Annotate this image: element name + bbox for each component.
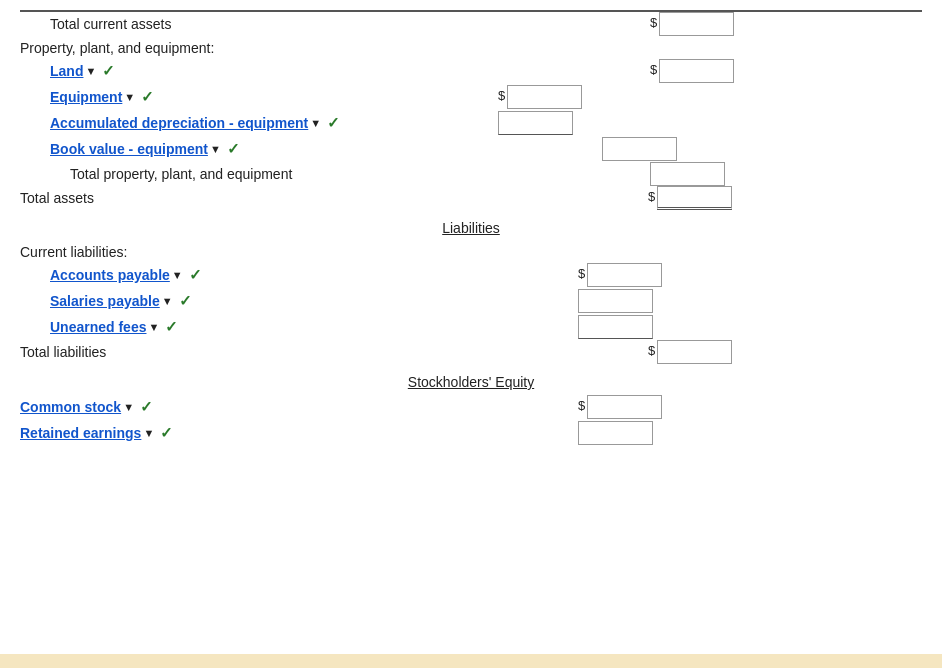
liabilities-title: Liabilities bbox=[20, 220, 922, 236]
unearned-fees-arrow[interactable]: ▼ bbox=[148, 321, 159, 333]
page-container: Total current assets $ Property, plant, … bbox=[0, 0, 942, 668]
accum-dep-amount bbox=[498, 111, 573, 135]
total-current-assets-text: Total current assets bbox=[50, 16, 171, 32]
equipment-arrow[interactable]: ▼ bbox=[124, 91, 135, 103]
book-value-input[interactable] bbox=[602, 137, 677, 161]
equipment-row: Equipment ▼ ✓ $ bbox=[20, 88, 922, 106]
land-label-col: Land ▼ ✓ bbox=[50, 62, 922, 80]
land-check: ✓ bbox=[102, 62, 115, 80]
accounts-payable-arrow[interactable]: ▼ bbox=[172, 269, 183, 281]
book-value-check: ✓ bbox=[227, 140, 240, 158]
retained-earnings-check: ✓ bbox=[160, 424, 173, 442]
common-stock-amount: $ bbox=[578, 395, 662, 419]
equipment-input[interactable] bbox=[507, 85, 582, 109]
common-stock-dropdown[interactable]: Common stock bbox=[20, 399, 121, 415]
land-input[interactable] bbox=[659, 59, 734, 83]
total-assets-row: Total assets $ bbox=[20, 190, 922, 206]
unearned-fees-check: ✓ bbox=[165, 318, 178, 336]
accum-dep-arrow[interactable]: ▼ bbox=[310, 117, 321, 129]
retained-earnings-arrow[interactable]: ▼ bbox=[143, 427, 154, 439]
equipment-dropdown[interactable]: Equipment bbox=[50, 89, 122, 105]
retained-earnings-row: Retained earnings ▼ ✓ bbox=[20, 424, 922, 442]
common-stock-arrow[interactable]: ▼ bbox=[123, 401, 134, 413]
dollar-sign-tca: $ bbox=[650, 15, 657, 30]
total-current-assets-amount: $ bbox=[650, 12, 734, 36]
accum-depreciation-row: Accumulated depreciation - equipment ▼ ✓ bbox=[20, 114, 922, 132]
total-ppe-text: Total property, plant, and equipment bbox=[70, 166, 292, 182]
unearned-fees-input[interactable] bbox=[578, 315, 653, 339]
retained-earnings-amount bbox=[578, 421, 653, 445]
total-assets-input[interactable] bbox=[657, 186, 732, 210]
stockholders-equity-title: Stockholders' Equity bbox=[20, 374, 922, 390]
land-row: Land ▼ ✓ $ bbox=[20, 62, 922, 80]
book-value-dropdown[interactable]: Book value - equipment bbox=[50, 141, 208, 157]
dollar-sign-land: $ bbox=[650, 62, 657, 77]
dollar-sign-equip: $ bbox=[498, 88, 505, 103]
current-liabilities-header-row: Current liabilities: bbox=[20, 244, 922, 260]
unearned-fees-dropdown[interactable]: Unearned fees bbox=[50, 319, 146, 335]
accum-depreciation-dropdown[interactable]: Accumulated depreciation - equipment bbox=[50, 115, 308, 131]
total-liabilities-text: Total liabilities bbox=[20, 344, 106, 360]
land-arrow[interactable]: ▼ bbox=[85, 65, 96, 77]
common-stock-check: ✓ bbox=[140, 398, 153, 416]
property-header-row: Property, plant, and equipment: bbox=[20, 40, 922, 56]
common-stock-row: Common stock ▼ ✓ $ bbox=[20, 398, 922, 416]
accounts-payable-row: Accounts payable ▼ ✓ $ bbox=[20, 266, 922, 284]
total-ppe-amount bbox=[650, 162, 725, 186]
book-value-amount bbox=[602, 137, 677, 161]
total-ppe-row: Total property, plant, and equipment bbox=[20, 166, 922, 182]
accum-dep-input[interactable] bbox=[498, 111, 573, 135]
top-border bbox=[20, 10, 922, 12]
unearned-fees-amount bbox=[578, 315, 653, 339]
salaries-payable-arrow[interactable]: ▼ bbox=[162, 295, 173, 307]
book-value-row: Book value - equipment ▼ ✓ bbox=[20, 140, 922, 158]
equipment-amount: $ bbox=[498, 85, 582, 109]
equipment-check: ✓ bbox=[141, 88, 154, 106]
salaries-payable-check: ✓ bbox=[179, 292, 192, 310]
unearned-fees-label-col: Unearned fees ▼ ✓ bbox=[50, 318, 922, 336]
retained-earnings-input[interactable] bbox=[578, 421, 653, 445]
retained-earnings-label-col: Retained earnings ▼ ✓ bbox=[20, 424, 922, 442]
dollar-sign-tl: $ bbox=[648, 343, 655, 358]
accounts-payable-input[interactable] bbox=[587, 263, 662, 287]
land-dropdown[interactable]: Land bbox=[50, 63, 83, 79]
dollar-sign-ta: $ bbox=[648, 189, 655, 204]
total-current-assets-input[interactable] bbox=[659, 12, 734, 36]
salaries-payable-row: Salaries payable ▼ ✓ bbox=[20, 292, 922, 310]
common-stock-label-col: Common stock ▼ ✓ bbox=[20, 398, 922, 416]
dollar-sign-cs: $ bbox=[578, 398, 585, 413]
total-assets-text: Total assets bbox=[20, 190, 94, 206]
accounts-payable-dropdown[interactable]: Accounts payable bbox=[50, 267, 170, 283]
total-liabilities-label: Total liabilities bbox=[20, 344, 922, 360]
total-liabilities-amount: $ bbox=[648, 340, 732, 364]
accounts-payable-amount: $ bbox=[578, 263, 662, 287]
salaries-payable-dropdown[interactable]: Salaries payable bbox=[50, 293, 160, 309]
equipment-label-col: Equipment ▼ ✓ bbox=[50, 88, 922, 106]
common-stock-input[interactable] bbox=[587, 395, 662, 419]
unearned-fees-row: Unearned fees ▼ ✓ bbox=[20, 318, 922, 336]
book-value-arrow[interactable]: ▼ bbox=[210, 143, 221, 155]
retained-earnings-dropdown[interactable]: Retained earnings bbox=[20, 425, 141, 441]
land-amount: $ bbox=[650, 59, 734, 83]
accounts-payable-check: ✓ bbox=[189, 266, 202, 284]
accum-dep-check: ✓ bbox=[327, 114, 340, 132]
current-liabilities-header-text: Current liabilities: bbox=[20, 244, 127, 260]
dollar-sign-ap: $ bbox=[578, 266, 585, 281]
salaries-payable-amount bbox=[578, 289, 653, 313]
total-ppe-label: Total property, plant, and equipment bbox=[70, 166, 922, 182]
total-ppe-input[interactable] bbox=[650, 162, 725, 186]
total-assets-label: Total assets bbox=[20, 190, 922, 206]
total-liabilities-input[interactable] bbox=[657, 340, 732, 364]
book-value-label-col: Book value - equipment ▼ ✓ bbox=[50, 140, 922, 158]
total-liabilities-row: Total liabilities $ bbox=[20, 344, 922, 360]
total-current-assets-row: Total current assets $ bbox=[20, 16, 922, 32]
accounts-payable-label-col: Accounts payable ▼ ✓ bbox=[50, 266, 922, 284]
property-header-label: Property, plant, and equipment: bbox=[20, 40, 214, 56]
total-current-assets-label: Total current assets bbox=[50, 16, 922, 32]
salaries-payable-label-col: Salaries payable ▼ ✓ bbox=[50, 292, 922, 310]
total-assets-amount: $ bbox=[648, 186, 732, 210]
accum-dep-label-col: Accumulated depreciation - equipment ▼ ✓ bbox=[50, 114, 922, 132]
salaries-payable-input[interactable] bbox=[578, 289, 653, 313]
bottom-bar bbox=[0, 654, 942, 668]
